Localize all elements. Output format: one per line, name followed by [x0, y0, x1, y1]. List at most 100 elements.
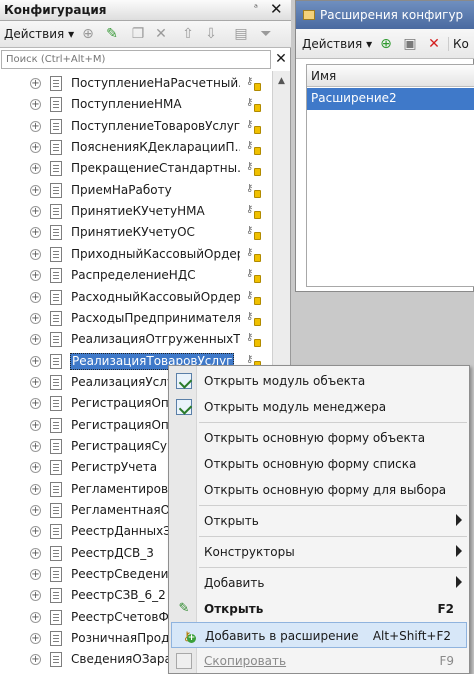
menu-item-11[interactable]: Добавить: [169, 570, 469, 596]
menu-item-1[interactable]: Открыть модуль менеджера: [169, 394, 469, 420]
actions-label: Действия: [4, 27, 65, 41]
expand-icon[interactable]: +: [30, 526, 41, 538]
expand-icon[interactable]: +: [30, 334, 41, 346]
add-icon[interactable]: ⊕: [80, 26, 96, 42]
expand-icon[interactable]: +: [30, 611, 41, 623]
move-down-icon[interactable]: ⇩: [203, 26, 219, 42]
tree-item[interactable]: + ПринятиеКУчетуНМА ⚷: [0, 201, 272, 222]
expand-icon[interactable]: +: [30, 398, 41, 410]
menu-item-shortcut: F9: [439, 654, 454, 668]
column-header-name[interactable]: Имя: [307, 65, 474, 87]
menu-item-label: Открыть основную форму списка: [204, 457, 417, 471]
lock-icon: ⚷: [246, 225, 264, 241]
expand-icon[interactable]: +: [30, 590, 41, 602]
tree-item[interactable]: + ПоступлениеНМА ⚷: [0, 94, 272, 115]
menu-item-13[interactable]: ⚷ Добавить в расширение Alt+Shift+F2: [171, 622, 467, 648]
expand-icon[interactable]: +: [30, 569, 41, 581]
tree-item[interactable]: + ПрекращениеСтандартны... ⚷: [0, 158, 272, 179]
expand-icon[interactable]: +: [30, 355, 41, 367]
delete-icon[interactable]: ✕: [426, 36, 442, 52]
tree-item-label: РегламентнаяОг: [71, 503, 177, 517]
menu-item-0[interactable]: Открыть модуль объекта: [169, 368, 469, 394]
tree-item[interactable]: + РаспределениеНДС ⚷: [0, 265, 272, 286]
actions-menu-button[interactable]: Действия ▾: [302, 37, 372, 51]
menu-item-9[interactable]: Конструкторы: [169, 539, 469, 565]
tree-item-label: ПринятиеКУчетуНМА: [71, 204, 205, 219]
expand-icon[interactable]: +: [30, 120, 41, 132]
menu-item-7[interactable]: Открыть: [169, 508, 469, 534]
edit-icon[interactable]: ✎: [104, 26, 120, 42]
expand-icon[interactable]: +: [30, 227, 41, 239]
close-icon[interactable]: ✕: [270, 0, 283, 18]
expand-icon[interactable]: +: [30, 312, 41, 324]
lock-icon: ⚷: [246, 97, 264, 113]
menu-item-label: Конструкторы: [204, 545, 295, 559]
expand-icon[interactable]: +: [30, 248, 41, 260]
delete-icon[interactable]: ✕: [153, 26, 169, 42]
tree-item-label: ПриемНаРаботу: [71, 182, 172, 197]
move-up-icon[interactable]: ⇧: [180, 26, 196, 42]
add-icon[interactable]: ⊕: [378, 36, 394, 52]
expand-icon[interactable]: +: [30, 483, 41, 495]
copy-icon[interactable]: ❐: [130, 26, 146, 42]
expand-icon[interactable]: +: [30, 78, 41, 89]
tree-item-label: ПоступлениеНаРасчетный...: [71, 76, 240, 90]
expand-icon[interactable]: +: [30, 654, 41, 666]
filter-icon[interactable]: ⏷: [258, 26, 274, 42]
actions-menu-button[interactable]: Действия ▾: [4, 27, 74, 41]
menu-item-label: Добавить в расширение: [205, 629, 359, 643]
expand-icon[interactable]: +: [30, 184, 41, 196]
expand-icon[interactable]: +: [30, 99, 41, 111]
expand-icon[interactable]: +: [30, 142, 41, 154]
copy-icon: [176, 653, 192, 669]
expand-icon[interactable]: +: [30, 462, 41, 474]
tree-item[interactable]: + ПриходныйКассовыйОрдер ⚷: [0, 244, 272, 265]
table-row[interactable]: Расширение2: [307, 88, 474, 110]
expand-icon[interactable]: +: [30, 376, 41, 388]
tree-item[interactable]: + РеализацияОтгруженныхТ... ⚷: [0, 329, 272, 350]
expand-icon[interactable]: +: [30, 505, 41, 516]
tree-item[interactable]: + ПриемНаРаботу ⚷: [0, 180, 272, 201]
lock-icon: ⚷: [246, 119, 264, 135]
tree-item[interactable]: + ПоступлениеТоваровУслуг ⚷: [0, 116, 272, 137]
menu-item-3[interactable]: Открыть основную форму объекта: [169, 425, 469, 451]
hierarchy-icon[interactable]: ▤: [233, 26, 249, 42]
scroll-up-icon[interactable]: ▲: [273, 73, 290, 89]
tree-item[interactable]: + РасходныйКассовыйОрдер ⚷: [0, 287, 272, 308]
extensions-window: Расширения конфигур Действия ▾ ⊕ ▣ ✕ Ко …: [295, 0, 474, 292]
toolbar-truncated-text[interactable]: Ко: [448, 37, 469, 51]
expand-icon[interactable]: +: [30, 163, 41, 175]
menu-item-12[interactable]: ✎ Открыть F2: [169, 596, 469, 622]
document-icon: [50, 140, 62, 156]
expand-icon[interactable]: +: [30, 206, 41, 218]
tree-item[interactable]: + ПоступлениеНаРасчетный... ⚷: [0, 73, 272, 94]
tree-item-label: Регламентирова: [71, 481, 176, 496]
expand-icon[interactable]: +: [30, 291, 41, 303]
expand-icon[interactable]: +: [30, 633, 41, 645]
document-icon: [50, 204, 62, 220]
tree-item[interactable]: + РасходыПредпринимателя ⚷: [0, 308, 272, 329]
expand-icon[interactable]: +: [30, 270, 41, 282]
tree-item[interactable]: + ПоясненияКДекларацииП... ⚷: [0, 137, 272, 158]
menu-item-4[interactable]: Открыть основную форму списка: [169, 451, 469, 477]
lock-icon: ⚷: [246, 183, 264, 199]
menu-item-label: Открыть основную форму для выбора: [204, 483, 447, 497]
expand-icon[interactable]: +: [30, 440, 41, 452]
submenu-arrow-icon: [456, 545, 462, 557]
window-title: Расширения конфигур: [320, 8, 464, 22]
edit-icon[interactable]: ▣: [402, 36, 418, 52]
tree-item-label: ПоступлениеТоваровУслуг: [71, 118, 240, 133]
expand-icon[interactable]: +: [30, 547, 41, 559]
search-input[interactable]: [1, 50, 271, 69]
document-icon: [50, 97, 62, 113]
pin-icon[interactable]: ᵃ: [254, 3, 258, 14]
menu-item-5[interactable]: Открыть основную форму для выбора: [169, 477, 469, 503]
panel-title: Конфигурация: [4, 3, 107, 17]
document-icon: [50, 332, 62, 348]
document-icon: [50, 161, 62, 177]
clear-search-icon[interactable]: ✕: [272, 50, 290, 69]
tree-item-label: РасходыПредпринимателя: [71, 310, 240, 325]
tree-item[interactable]: + ПринятиеКУчетуОС ⚷: [0, 222, 272, 243]
menu-item-shortcut: Alt+Shift+F2: [372, 629, 451, 643]
expand-icon[interactable]: +: [30, 419, 41, 431]
